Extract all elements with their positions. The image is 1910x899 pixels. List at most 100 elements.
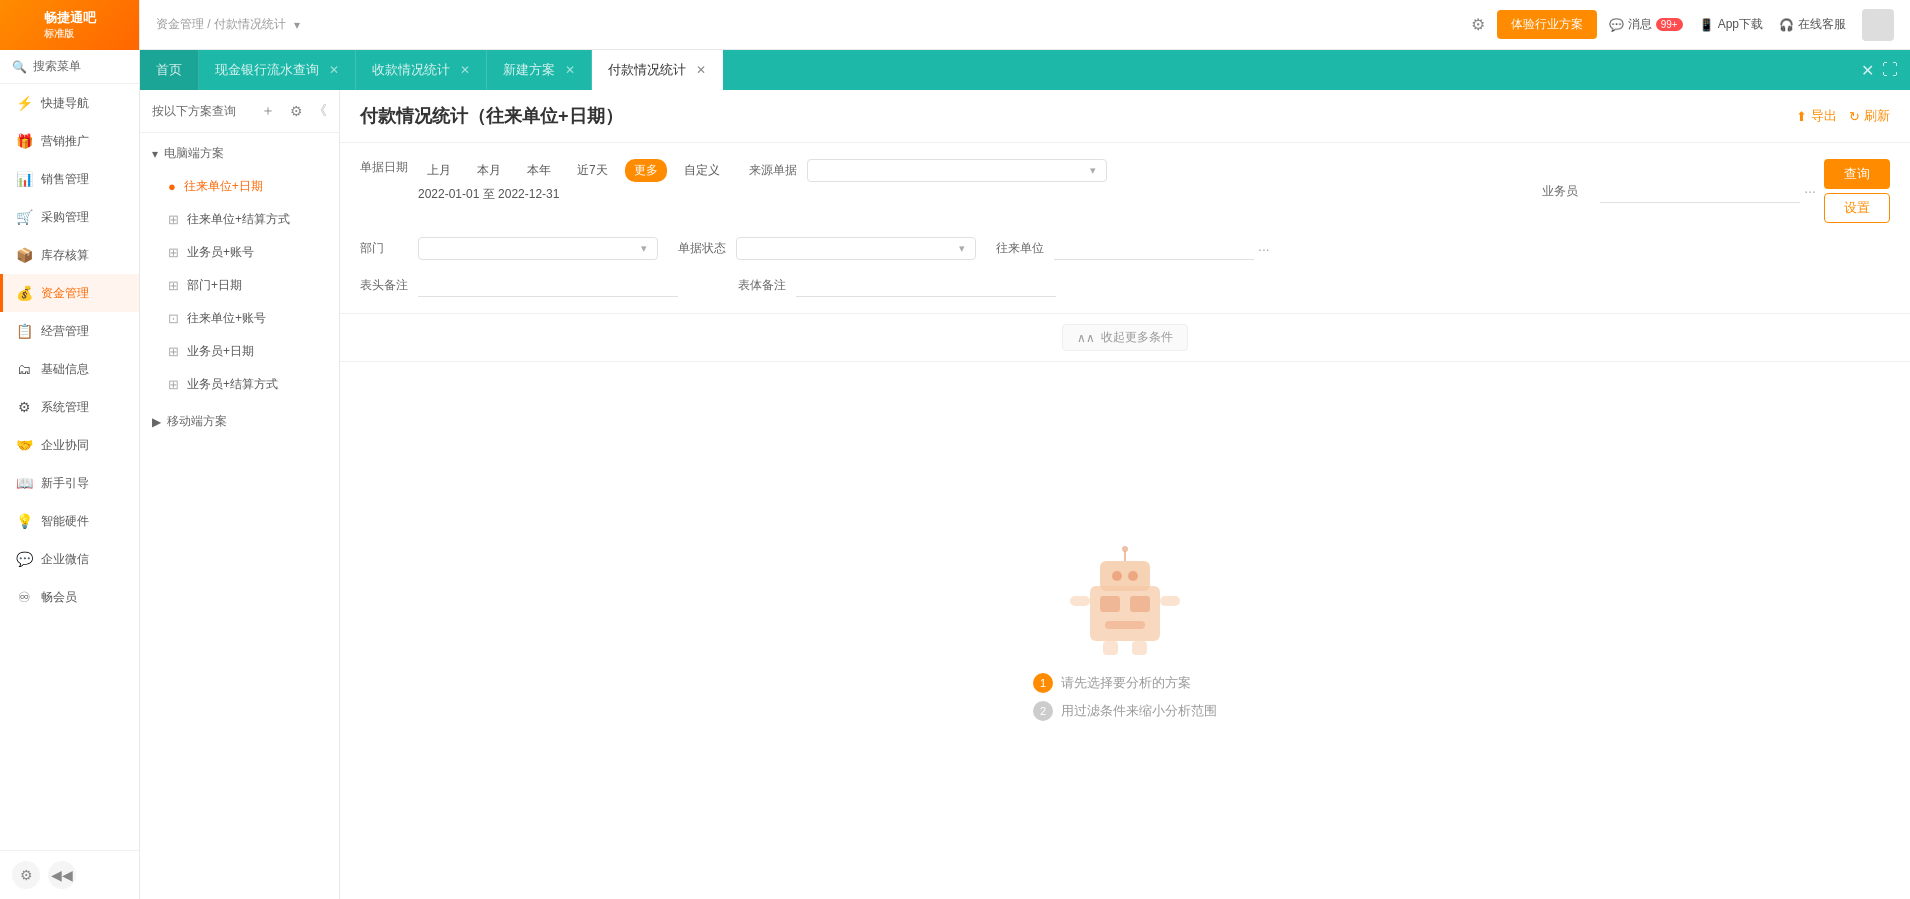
- tab-home[interactable]: 首页: [140, 50, 199, 90]
- sales-icon: 📊: [15, 170, 33, 188]
- sidebar-item-member[interactable]: ♾ 畅会员: [0, 578, 139, 616]
- page-title: 付款情况统计（往来单位+日期）: [360, 104, 1796, 128]
- tab-bank-flow-close[interactable]: ✕: [329, 63, 339, 77]
- app-download-btn[interactable]: 📱 App下载: [1699, 16, 1763, 33]
- empty-illustration: [1065, 541, 1185, 661]
- scheme-item-counterpart-account[interactable]: ⊡ 往来单位+账号: [140, 302, 339, 335]
- notification-label: 消息: [1628, 16, 1652, 33]
- sidebar-item-collab[interactable]: 🤝 企业协同: [0, 426, 139, 464]
- scheme-item-dept-date[interactable]: ⊞ 部门+日期: [140, 269, 339, 302]
- date-btn-last-7days[interactable]: 近7天: [568, 159, 617, 182]
- tab-new-plan-label: 新建方案: [503, 61, 555, 79]
- counterpart-more-btn[interactable]: ···: [1258, 241, 1270, 257]
- search-menu-item[interactable]: 🔍 搜索菜单: [0, 50, 139, 84]
- scheme-item-counterpart-date[interactable]: ● 往来单位+日期: [140, 170, 339, 203]
- sales-label: 销售管理: [41, 171, 89, 188]
- scheme-settings-btn[interactable]: ⚙: [285, 100, 307, 122]
- sidebar-item-guide[interactable]: 📖 新手引导: [0, 464, 139, 502]
- inventory-icon: 📦: [15, 246, 33, 264]
- online-service-btn[interactable]: 🎧 在线客服: [1779, 16, 1846, 33]
- download-icon: 📱: [1699, 18, 1714, 32]
- salesman-input[interactable]: [1600, 180, 1800, 203]
- tab-receipt-stats-close[interactable]: ✕: [460, 63, 470, 77]
- scheme-item-salesman-account[interactable]: ⊞ 业务员+账号: [140, 236, 339, 269]
- tab-payment-stats-label: 付款情况统计: [608, 61, 686, 79]
- mobile-section-header[interactable]: ▶ 移动端方案: [140, 405, 339, 438]
- scheme-item-salesman-date[interactable]: ⊞ 业务员+日期: [140, 335, 339, 368]
- page-title-bar: 付款情况统计（往来单位+日期） ⬆ 导出 ↻ 刷新: [340, 90, 1910, 143]
- scheme-item-counterpart-settlement[interactable]: ⊞ 往来单位+结算方式: [140, 203, 339, 236]
- user-avatar[interactable]: [1862, 9, 1894, 41]
- sidebar-item-hardware[interactable]: 💡 智能硬件: [0, 502, 139, 540]
- svg-rect-0: [1090, 586, 1160, 641]
- date-range-text: 2022-01-01 至 2022-12-31: [418, 186, 729, 203]
- sidebar-item-enterprise-wechat[interactable]: 💬 企业微信: [0, 540, 139, 578]
- tab-receipt-stats[interactable]: 收款情况统计 ✕: [356, 50, 487, 90]
- svg-rect-2: [1130, 596, 1150, 612]
- mobile-section-label: 移动端方案: [167, 413, 227, 430]
- date-btn-this-year[interactable]: 本年: [518, 159, 560, 182]
- doc-status-select[interactable]: ▾: [736, 237, 976, 260]
- table-body-note-input[interactable]: [796, 274, 1056, 297]
- tab-payment-stats[interactable]: 付款情况统计 ✕: [592, 50, 723, 90]
- sidebar-item-quick-nav[interactable]: ⚡ 快捷导航: [0, 84, 139, 122]
- header-settings-icon[interactable]: ⚙: [1471, 15, 1485, 34]
- left-panel-title: 按以下方案查询: [152, 103, 236, 120]
- breadcrumb: 资金管理 / 付款情况统计: [156, 16, 286, 33]
- sidebar-item-sales[interactable]: 📊 销售管理: [0, 160, 139, 198]
- collapse-more-btn[interactable]: ∧∧ 收起更多条件: [1062, 324, 1188, 351]
- sidebar-item-system[interactable]: ⚙ 系统管理: [0, 388, 139, 426]
- date-btn-more[interactable]: 更多: [625, 159, 667, 182]
- svg-rect-1: [1100, 596, 1120, 612]
- sidebar-item-operations[interactable]: 📋 经营管理: [0, 312, 139, 350]
- tab-new-plan-close[interactable]: ✕: [565, 63, 575, 77]
- source-select[interactable]: ▾: [807, 159, 1107, 182]
- add-scheme-btn[interactable]: ＋: [257, 100, 279, 122]
- tab-new-plan[interactable]: 新建方案 ✕: [487, 50, 592, 90]
- header-right: 💬 消息 99+ 📱 App下载 🎧 在线客服: [1609, 9, 1894, 41]
- svg-rect-9: [1070, 596, 1090, 606]
- tab-bank-flow-label: 现金银行流水查询: [215, 61, 319, 79]
- scheme-dept-date-label: 部门+日期: [187, 277, 242, 294]
- message-icon: 💬: [1609, 18, 1624, 32]
- tab-close-all-icon[interactable]: ✕: [1861, 61, 1874, 80]
- dept-select[interactable]: ▾: [418, 237, 658, 260]
- scheme-icon-1: ⊞: [168, 212, 179, 227]
- scheme-active-icon: ●: [168, 179, 176, 194]
- table-head-note-input[interactable]: [418, 274, 678, 297]
- salesman-more-btn[interactable]: ···: [1804, 183, 1816, 199]
- breadcrumb-dropdown-icon[interactable]: ▾: [294, 18, 300, 32]
- date-btn-custom[interactable]: 自定义: [675, 159, 729, 182]
- refresh-btn[interactable]: ↻ 刷新: [1849, 107, 1890, 125]
- sidebar-bottom: ⚙ ◀◀: [0, 850, 139, 899]
- sidebar-item-marketing[interactable]: 🎁 营销推广: [0, 122, 139, 160]
- tab-payment-stats-close[interactable]: ✕: [696, 63, 706, 77]
- settings-bottom-icon[interactable]: ⚙: [12, 861, 40, 889]
- sidebar-item-basic-info[interactable]: 🗂 基础信息: [0, 350, 139, 388]
- empty-tip-1: 1 请先选择要分析的方案: [1033, 673, 1217, 693]
- tab-home-label: 首页: [156, 61, 182, 79]
- collapse-sidebar-icon[interactable]: ◀◀: [48, 861, 76, 889]
- date-btn-this-month[interactable]: 本月: [468, 159, 510, 182]
- sidebar-item-inventory[interactable]: 📦 库存核算: [0, 236, 139, 274]
- pc-section-label: 电脑端方案: [164, 145, 224, 162]
- pc-section-header[interactable]: ▾ 电脑端方案: [140, 137, 339, 170]
- sidebar-item-purchase[interactable]: 🛒 采购管理: [0, 198, 139, 236]
- scheme-item-salesman-settlement[interactable]: ⊞ 业务员+结算方式: [140, 368, 339, 401]
- chevron-up-icon: ∧∧: [1077, 331, 1095, 345]
- date-label: 单据日期: [360, 159, 410, 176]
- date-btn-last-month[interactable]: 上月: [418, 159, 460, 182]
- collapse-left-panel-btn[interactable]: 《: [313, 102, 327, 120]
- counterpart-input[interactable]: [1054, 237, 1254, 260]
- notification-btn[interactable]: 💬 消息 99+: [1609, 16, 1683, 33]
- trial-btn[interactable]: 体验行业方案: [1497, 10, 1597, 39]
- basic-info-icon: 🗂: [15, 360, 33, 378]
- sidebar-item-finance[interactable]: 💰 资金管理: [0, 274, 139, 312]
- export-btn[interactable]: ⬆ 导出: [1796, 107, 1837, 125]
- empty-area: 1 请先选择要分析的方案 2 用过滤条件来缩小分析范围: [340, 362, 1910, 899]
- chevron-down-icon: ▾: [152, 147, 158, 161]
- tab-fullscreen-icon[interactable]: ⛶: [1882, 61, 1898, 79]
- query-btn[interactable]: 查询: [1824, 159, 1890, 189]
- settings-btn[interactable]: 设置: [1824, 193, 1890, 223]
- tab-bank-flow[interactable]: 现金银行流水查询 ✕: [199, 50, 356, 90]
